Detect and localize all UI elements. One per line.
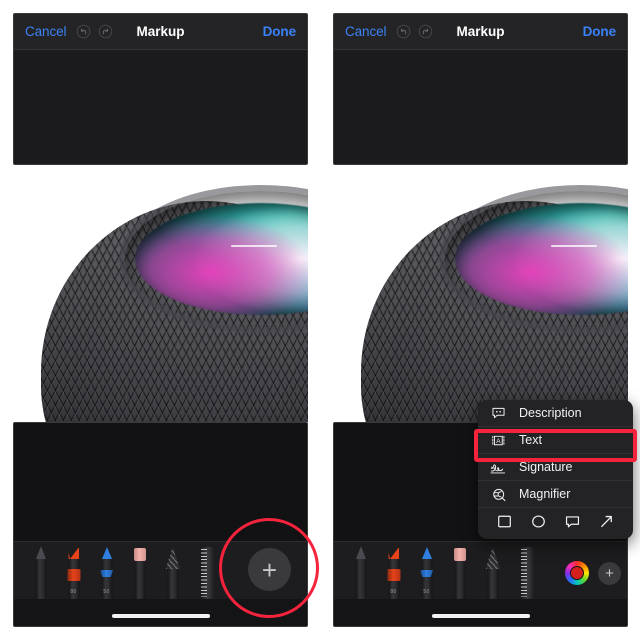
tool-eraser-right[interactable] <box>443 545 476 599</box>
marker-color-band <box>67 569 80 581</box>
cancel-button-right[interactable]: Cancel <box>345 24 387 39</box>
pencil-nib-icon-right <box>421 547 432 559</box>
menu-item-signature[interactable]: Signature <box>478 454 633 481</box>
pencil-nib-icon <box>101 547 112 559</box>
pen-barrel-right <box>355 559 366 599</box>
phone-bottom-section-left: 80 50 + <box>13 422 308 627</box>
tool-list-right: 80 50 <box>344 545 565 599</box>
add-markup-button[interactable]: + <box>248 548 291 591</box>
pen-nib-icon <box>35 546 46 559</box>
cancel-button[interactable]: Cancel <box>25 24 67 39</box>
circle-shape-icon[interactable] <box>530 513 547 535</box>
menu-item-label: Text <box>519 433 542 447</box>
pen-barrel <box>35 559 46 599</box>
add-markup-menu: Description A Text Signature Magnifier <box>478 400 633 539</box>
history-icons-right <box>396 24 433 39</box>
menu-item-label: Magnifier <box>519 487 571 501</box>
text-box-icon: A <box>489 433 508 448</box>
menu-item-magnifier[interactable]: Magnifier <box>478 481 633 508</box>
home-indicator-area-left <box>14 599 307 626</box>
pencil-size-label-right: 50 <box>423 589 430 595</box>
tool-ruler[interactable] <box>189 545 225 599</box>
selected-color-swatch <box>570 566 584 580</box>
marker-nib-icon-right <box>388 547 399 559</box>
phone-top-section-left: Cancel Done Markup <box>13 13 308 165</box>
eraser-barrel <box>134 561 145 599</box>
tool-marker[interactable]: 80 <box>57 545 90 599</box>
menu-item-label: Signature <box>519 460 573 474</box>
tool-pencil[interactable]: 50 <box>90 545 123 599</box>
magnifier-icon <box>489 487 508 502</box>
marker-size-label: 80 <box>70 589 77 595</box>
tool-marker-right[interactable]: 80 <box>377 545 410 599</box>
tool-eraser[interactable] <box>123 545 156 599</box>
screenshot-stage: Cancel Done Markup 80 50 + Cancel Done M… <box>0 0 640 640</box>
home-indicator-area-right <box>334 599 627 626</box>
redo-icon[interactable] <box>98 24 113 39</box>
top-dark-area-left <box>14 50 307 164</box>
toolbar-right-controls: + <box>565 561 621 599</box>
eraser-tip-icon-right <box>453 548 466 561</box>
ruler-ticks-icon <box>201 549 207 597</box>
history-icons-left <box>76 24 113 39</box>
marker-nib-icon <box>68 547 79 559</box>
markup-toolbar-right: 80 50 + <box>334 541 627 599</box>
done-button-right[interactable]: Done <box>583 24 616 39</box>
undo-icon[interactable] <box>76 24 91 39</box>
menu-item-description[interactable]: Description <box>478 400 633 427</box>
homepod-dash-marker-left <box>231 245 277 247</box>
tool-pen-right[interactable] <box>344 545 377 599</box>
dark-canvas-left <box>14 423 307 541</box>
pen-nib-icon-right <box>355 546 366 559</box>
add-markup-button-right[interactable]: + <box>598 561 621 585</box>
svg-text:A: A <box>496 437 501 444</box>
square-shape-icon[interactable] <box>496 513 513 535</box>
arrow-shape-icon[interactable] <box>598 513 615 535</box>
top-dark-area-right <box>334 50 627 164</box>
tool-ruler-right[interactable] <box>509 545 545 599</box>
homepod-dash-marker-right <box>551 245 597 247</box>
photo-canvas-right[interactable] <box>333 183 628 422</box>
ruler-ticks-icon-right <box>521 549 527 597</box>
description-icon <box>489 406 508 421</box>
tool-lasso[interactable] <box>156 545 189 599</box>
color-picker-button[interactable] <box>565 561 589 585</box>
panel-left: Cancel Done Markup 80 50 + <box>13 0 320 640</box>
lasso-barrel-right <box>487 569 498 599</box>
speech-bubble-shape-icon[interactable] <box>564 513 581 535</box>
undo-icon-right[interactable] <box>396 24 411 39</box>
eraser-tip-icon <box>133 548 146 561</box>
photo-canvas-left[interactable] <box>13 183 308 422</box>
markup-navbar-left: Cancel Done Markup <box>14 14 307 50</box>
lasso-barrel <box>167 569 178 599</box>
pencil-size-label: 50 <box>103 589 110 595</box>
redo-icon-right[interactable] <box>418 24 433 39</box>
marker-size-label-right: 80 <box>390 589 397 595</box>
home-indicator[interactable] <box>111 614 210 618</box>
tool-pen[interactable] <box>24 545 57 599</box>
shape-tools-row <box>478 508 633 539</box>
tool-pencil-right[interactable]: 50 <box>410 545 443 599</box>
menu-item-text[interactable]: A Text <box>478 427 633 454</box>
menu-item-label: Description <box>519 406 582 420</box>
markup-navbar-right: Cancel Done Markup <box>334 14 627 50</box>
done-button[interactable]: Done <box>263 24 296 39</box>
phone-top-section-right: Cancel Done Markup <box>333 13 628 165</box>
panel-right: Cancel Done Markup 80 50 + Description A… <box>333 0 640 640</box>
tool-lasso-right[interactable] <box>476 545 509 599</box>
markup-toolbar-left: 80 50 + <box>14 541 307 599</box>
eraser-barrel-right <box>454 561 465 599</box>
marker-color-band-right <box>387 569 400 581</box>
home-indicator-right[interactable] <box>431 614 530 618</box>
signature-icon <box>489 460 508 475</box>
